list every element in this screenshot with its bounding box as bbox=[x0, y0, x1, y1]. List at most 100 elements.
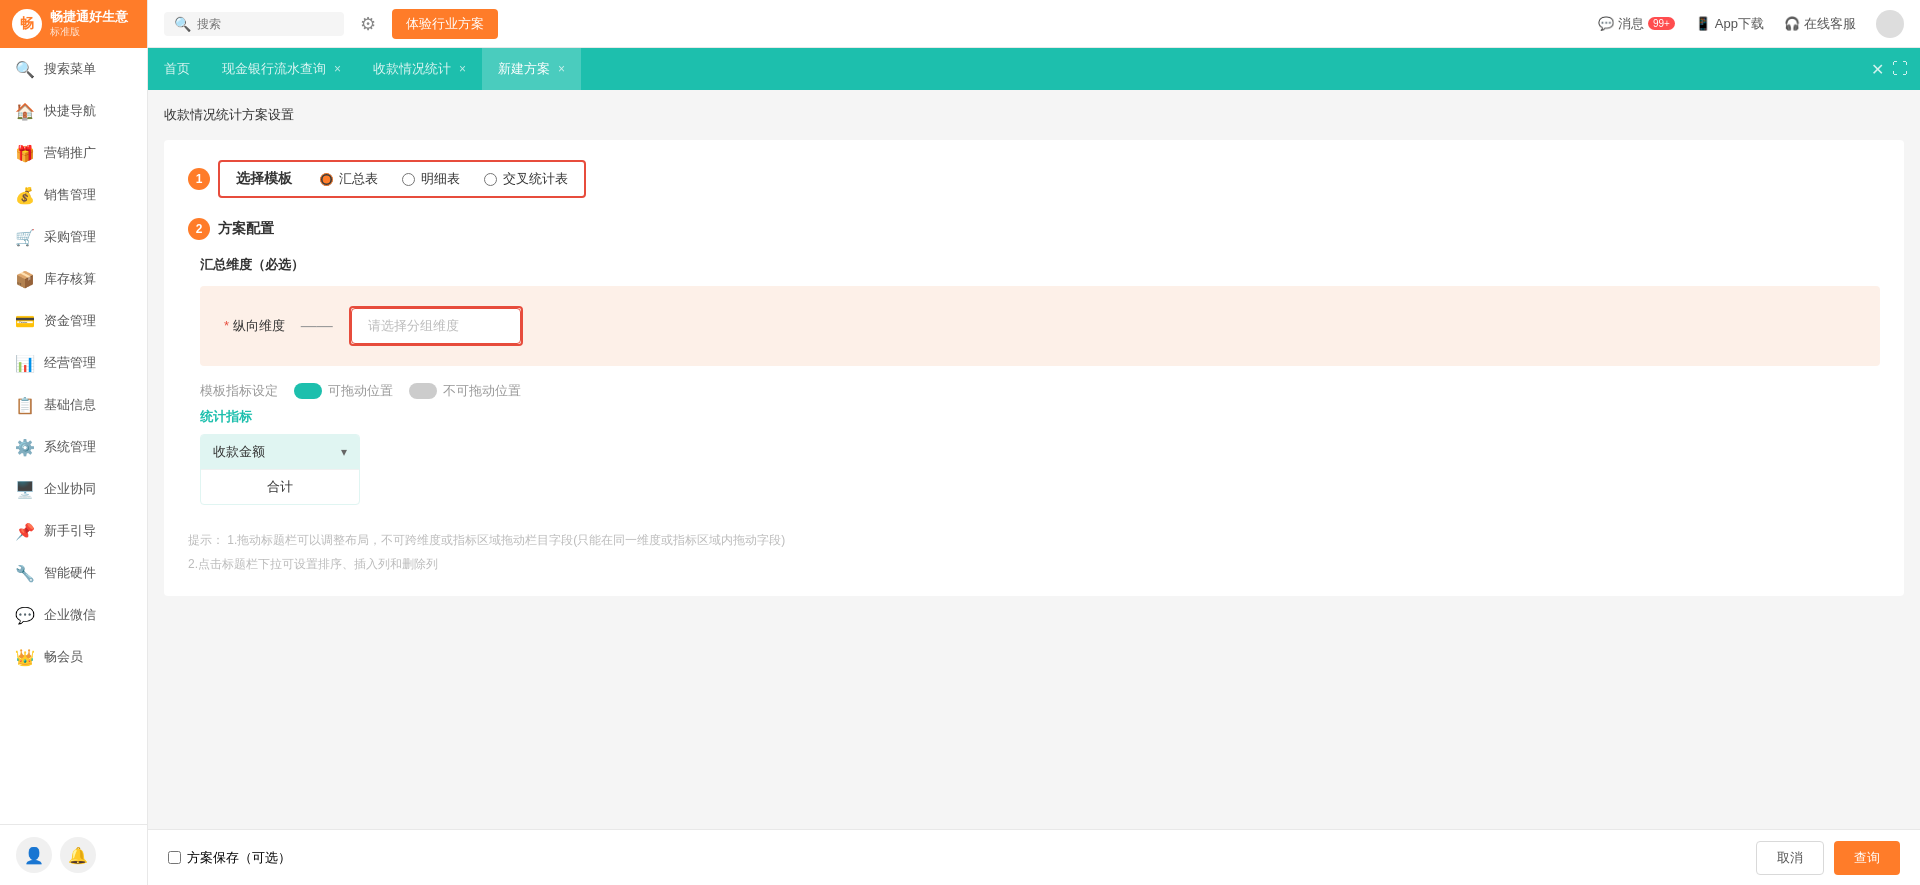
search-icon: 🔍 bbox=[16, 60, 34, 78]
save-checkbox[interactable] bbox=[168, 851, 181, 864]
metrics-table-row: 合计 bbox=[201, 469, 359, 504]
app-icon: 📱 bbox=[1695, 16, 1711, 31]
sidebar-item-inventory[interactable]: 📦 库存核算 bbox=[0, 258, 147, 300]
app-download-btn[interactable]: 📱 App下载 bbox=[1695, 15, 1764, 33]
radio-summary[interactable]: 汇总表 bbox=[320, 170, 378, 188]
money-icon: 💰 bbox=[16, 186, 34, 204]
topbar: 🔍 ⚙ 体验行业方案 💬 消息 99+ 📱 App下载 🎧 在线客服 bbox=[148, 0, 1920, 48]
footer-save-option: 方案保存（可选） bbox=[168, 849, 291, 867]
main-card: 1 选择模板 汇总表 明细表 bbox=[164, 140, 1904, 596]
message-btn[interactable]: 💬 消息 99+ bbox=[1598, 15, 1675, 33]
service-icon: 🎧 bbox=[1784, 16, 1800, 31]
step2-header: 2 方案配置 bbox=[188, 218, 1880, 240]
content-area: 收款情况统计方案设置 1 选择模板 汇总表 bbox=[148, 90, 1920, 829]
sidebar-footer: 👤 🔔 bbox=[0, 824, 147, 885]
tab-collection-stats[interactable]: 收款情况统计 × bbox=[357, 48, 482, 90]
tab-close-new-plan[interactable]: × bbox=[558, 62, 565, 76]
logo-text: 畅捷通好生意 标准版 bbox=[50, 9, 128, 40]
dimension-row: * 纵向维度 —— 请选择分组维度 bbox=[224, 306, 1856, 346]
template-options: 汇总表 明细表 交叉统计表 bbox=[320, 170, 568, 188]
user-avatar[interactable] bbox=[1876, 10, 1904, 38]
sidebar-nav: 🔍 搜索菜单 🏠 快捷导航 🎁 营销推广 💰 销售管理 🛒 采购管理 📦 库存核… bbox=[0, 48, 147, 824]
metrics-section: 模板指标设定 可拖动位置 不可拖动位置 统计指标 收款金额 bbox=[200, 382, 1880, 508]
online-service-btn[interactable]: 🎧 在线客服 bbox=[1784, 15, 1856, 33]
tab-close-collection-stats[interactable]: × bbox=[459, 62, 466, 76]
step2-num: 2 bbox=[188, 218, 210, 240]
step1-header: 1 选择模板 汇总表 明细表 bbox=[188, 160, 1880, 198]
chevron-down-icon[interactable]: ▾ bbox=[341, 445, 347, 459]
expand-window-icon[interactable]: ⛶ bbox=[1892, 60, 1908, 78]
message-icon: 💬 bbox=[1598, 16, 1614, 31]
cart-icon: 🛒 bbox=[16, 228, 34, 246]
tabs-bar: 首页 现金银行流水查询 × 收款情况统计 × 新建方案 × ✕ ⛶ bbox=[148, 48, 1920, 90]
tabs-actions: ✕ ⛶ bbox=[1871, 60, 1920, 79]
radio-cross-input[interactable] bbox=[484, 173, 497, 186]
card-icon: 💳 bbox=[16, 312, 34, 330]
tab-close-bank-flow[interactable]: × bbox=[334, 62, 341, 76]
metrics-label-row: 模板指标设定 可拖动位置 不可拖动位置 bbox=[200, 382, 1880, 400]
message-badge: 99+ bbox=[1648, 17, 1675, 30]
sidebar-item-guide[interactable]: 📌 新手引导 bbox=[0, 510, 147, 552]
chat-icon: 💬 bbox=[16, 606, 34, 624]
box-icon: 📦 bbox=[16, 270, 34, 288]
sidebar-item-system[interactable]: ⚙️ 系统管理 bbox=[0, 426, 147, 468]
sidebar-footer-btn1[interactable]: 👤 bbox=[16, 837, 52, 873]
radio-cross[interactable]: 交叉统计表 bbox=[484, 170, 568, 188]
sidebar-item-member[interactable]: 👑 畅会员 bbox=[0, 636, 147, 678]
sidebar-item-sales[interactable]: 💰 销售管理 bbox=[0, 174, 147, 216]
sidebar-item-marketing[interactable]: 🎁 营销推广 bbox=[0, 132, 147, 174]
sidebar-footer-btn2[interactable]: 🔔 bbox=[60, 837, 96, 873]
dimension-select[interactable]: 请选择分组维度 bbox=[351, 308, 521, 344]
step1-title: 选择模板 bbox=[236, 170, 292, 188]
tool-icon: 🔧 bbox=[16, 564, 34, 582]
footer: 方案保存（可选） 取消 查询 bbox=[148, 829, 1920, 885]
topbar-right: 💬 消息 99+ 📱 App下载 🎧 在线客服 bbox=[1598, 10, 1904, 38]
sidebar-item-purchase[interactable]: 🛒 采购管理 bbox=[0, 216, 147, 258]
topbar-search-box[interactable]: 🔍 bbox=[164, 12, 344, 36]
sidebar-item-wechat[interactable]: 💬 企业微信 bbox=[0, 594, 147, 636]
step2-section: 2 方案配置 汇总维度（必选） * 纵向维度 —— bbox=[188, 218, 1880, 576]
chart-icon: 📊 bbox=[16, 354, 34, 372]
sidebar-logo: 畅 畅捷通好生意 标准版 bbox=[0, 0, 147, 48]
main: 🔍 ⚙ 体验行业方案 💬 消息 99+ 📱 App下载 🎧 在线客服 首页 bbox=[148, 0, 1920, 885]
sidebar-item-enterprise[interactable]: 🖥️ 企业协同 bbox=[0, 468, 147, 510]
sidebar-item-search-menu[interactable]: 🔍 搜索菜单 bbox=[0, 48, 147, 90]
tips-row2: 2.点击标题栏下拉可设置排序、插入列和删除列 bbox=[188, 552, 1880, 576]
tips-section: 提示： 1.拖动标题栏可以调整布局，不可跨维度或指标区域拖动栏目字段(只能在同一… bbox=[188, 528, 1880, 576]
sidebar-item-quick-nav[interactable]: 🏠 快捷导航 bbox=[0, 90, 147, 132]
metrics-title: 统计指标 bbox=[200, 408, 1880, 426]
step2-title: 方案配置 bbox=[218, 220, 274, 238]
draggable-indicator bbox=[294, 383, 322, 399]
save-label[interactable]: 方案保存（可选） bbox=[187, 849, 291, 867]
gift-icon: 🎁 bbox=[16, 144, 34, 162]
sidebar-item-finance[interactable]: 💳 资金管理 bbox=[0, 300, 147, 342]
crown-icon: 👑 bbox=[16, 648, 34, 666]
sidebar-item-hardware[interactable]: 🔧 智能硬件 bbox=[0, 552, 147, 594]
trial-btn[interactable]: 体验行业方案 bbox=[392, 9, 498, 39]
pin-icon: 📌 bbox=[16, 522, 34, 540]
sidebar-item-basic-info[interactable]: 📋 基础信息 bbox=[0, 384, 147, 426]
tips-row1: 提示： 1.拖动标题栏可以调整布局，不可跨维度或指标区域拖动栏目字段(只能在同一… bbox=[188, 528, 1880, 552]
logo-icon: 畅 bbox=[12, 9, 42, 39]
radio-detail-input[interactable] bbox=[402, 173, 415, 186]
close-window-icon[interactable]: ✕ bbox=[1871, 60, 1884, 79]
metrics-table-header[interactable]: 收款金额 ▾ bbox=[201, 435, 359, 469]
settings-icon[interactable]: ⚙ bbox=[360, 13, 376, 35]
cancel-button[interactable]: 取消 bbox=[1756, 841, 1824, 875]
search-input[interactable] bbox=[197, 17, 317, 31]
list-icon: 📋 bbox=[16, 396, 34, 414]
gear-icon: ⚙️ bbox=[16, 438, 34, 456]
radio-detail[interactable]: 明细表 bbox=[402, 170, 460, 188]
sidebar-item-operation[interactable]: 📊 经营管理 bbox=[0, 342, 147, 384]
tab-home[interactable]: 首页 bbox=[148, 48, 206, 90]
step1-num: 1 bbox=[188, 168, 210, 190]
page-title: 收款情况统计方案设置 bbox=[164, 106, 1904, 124]
dimension-arrow: —— bbox=[301, 317, 333, 335]
query-button[interactable]: 查询 bbox=[1834, 841, 1900, 875]
footer-buttons: 取消 查询 bbox=[1756, 841, 1900, 875]
radio-summary-input[interactable] bbox=[320, 173, 333, 186]
tab-bank-flow[interactable]: 现金银行流水查询 × bbox=[206, 48, 357, 90]
tab-new-plan[interactable]: 新建方案 × bbox=[482, 48, 581, 90]
non-draggable-indicator bbox=[409, 383, 437, 399]
dimension-required-mark: * 纵向维度 bbox=[224, 317, 285, 335]
